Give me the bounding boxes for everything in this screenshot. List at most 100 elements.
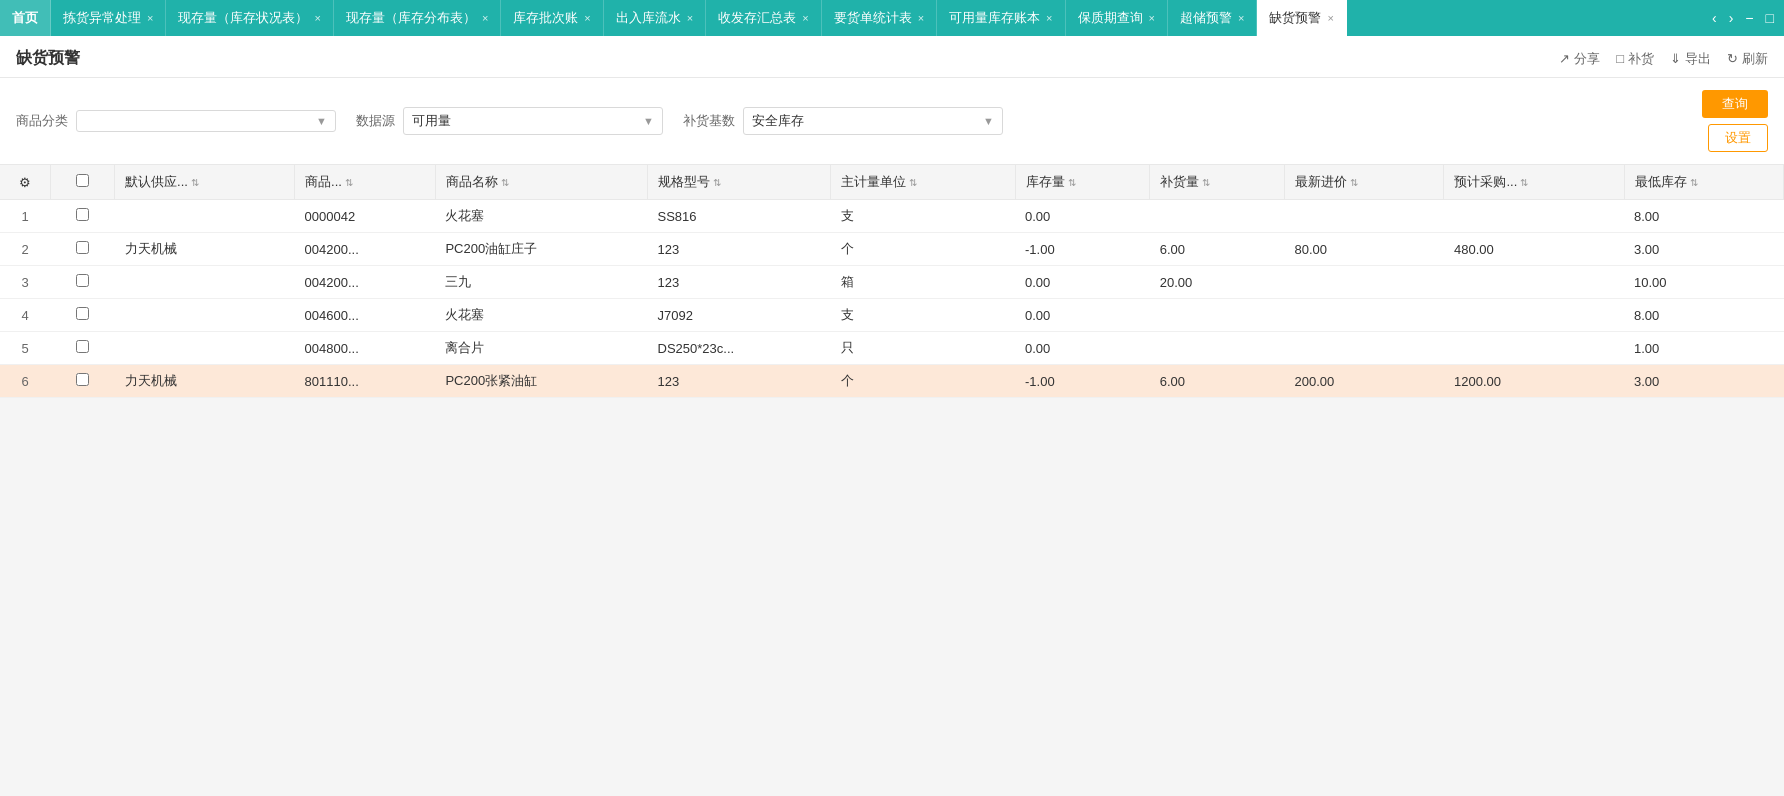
table-wrapper: ⚙ 默认供应... ⇅ 商品... ⇅ [0,164,1784,398]
column-product-code[interactable]: 商品... ⇅ [295,165,436,200]
settings-button[interactable]: 设置 [1708,124,1768,152]
cell-checkbox-3[interactable] [50,299,115,332]
cell-latest-price-0 [1285,200,1444,233]
tab-prev-button[interactable]: ‹ [1706,8,1723,28]
tab-inventory-dist[interactable]: 现存量（库存分布表） × [334,0,501,36]
spec-header: 规格型号 [658,173,710,191]
tab-minimize-button[interactable]: − [1739,8,1759,28]
category-select[interactable]: ▼ [76,110,336,132]
tab-receive-summary-close[interactable]: × [802,12,808,24]
tab-inventory-status[interactable]: 现存量（库存状况表） × [166,0,333,36]
cell-replenish-4 [1150,332,1285,365]
tab-demand-stats[interactable]: 要货单统计表 × [822,0,937,36]
cell-checkbox-2[interactable] [50,266,115,299]
tab-inout-flow-close[interactable]: × [687,12,693,24]
estimated-purchase-sort[interactable]: 预计采购... ⇅ [1454,173,1528,191]
tab-batch-account[interactable]: 库存批次账 × [501,0,603,36]
product-code-sort[interactable]: 商品... ⇅ [305,173,353,191]
cell-min-stock-3: 8.00 [1624,299,1784,332]
replenish-base-label: 补货基数 [683,112,735,130]
stock-sort-icon: ⇅ [1068,177,1076,188]
tab-expiry-query[interactable]: 保质期查询 × [1066,0,1168,36]
data-table: ⚙ 默认供应... ⇅ 商品... ⇅ [0,164,1784,398]
column-replenish[interactable]: 补货量 ⇅ [1150,165,1285,200]
table-row: 2 力天机械 004200... PC200油缸庄子 123 个 -1.00 6… [0,233,1784,266]
column-spec[interactable]: 规格型号 ⇅ [648,165,831,200]
column-min-stock[interactable]: 最低库存 ⇅ [1624,165,1784,200]
tab-home[interactable]: 首页 [0,0,51,36]
tab-bar: 首页 拣货异常处理 × 现存量（库存状况表） × 现存量（库存分布表） × 库存… [0,0,1784,36]
cell-code-1: 004200... [295,233,436,266]
column-default-supplier[interactable]: 默认供应... ⇅ [115,165,295,200]
row-checkbox-4[interactable] [76,340,89,353]
query-button[interactable]: 查询 [1702,90,1768,118]
row-checkbox-3[interactable] [76,307,89,320]
cell-checkbox-4[interactable] [50,332,115,365]
cell-replenish-5: 6.00 [1150,365,1285,398]
column-product-name[interactable]: 商品名称 ⇅ [435,165,647,200]
stock-sort[interactable]: 库存量 ⇅ [1026,173,1076,191]
tab-maximize-button[interactable]: □ [1760,8,1780,28]
latest-price-sort[interactable]: 最新进价 ⇅ [1295,173,1358,191]
category-label: 商品分类 [16,112,68,130]
tab-overstock[interactable]: 超储预警 × [1168,0,1257,36]
tab-inventory-dist-close[interactable]: × [482,12,488,24]
row-checkbox-5[interactable] [76,373,89,386]
replenish-button[interactable]: □ 补货 [1616,50,1654,68]
datasource-value: 可用量 [412,112,451,130]
tab-available-ledger[interactable]: 可用量库存账本 × [937,0,1065,36]
min-stock-sort[interactable]: 最低库存 ⇅ [1635,173,1698,191]
tab-batch-account-close[interactable]: × [584,12,590,24]
spec-sort[interactable]: 规格型号 ⇅ [658,173,721,191]
cell-checkbox-1[interactable] [50,233,115,266]
column-checkbox[interactable] [50,165,115,200]
tab-overstock-close[interactable]: × [1238,12,1244,24]
row-checkbox-0[interactable] [76,208,89,221]
cell-checkbox-5[interactable] [50,365,115,398]
datasource-select[interactable]: 可用量 ▼ [403,107,663,135]
tab-receive-summary[interactable]: 收发存汇总表 × [706,0,821,36]
product-name-sort[interactable]: 商品名称 ⇅ [446,173,509,191]
tab-available-ledger-close[interactable]: × [1046,12,1052,24]
cell-unit-4: 只 [831,332,1015,365]
default-supplier-sort[interactable]: 默认供应... ⇅ [125,173,199,191]
replenish-icon: □ [1616,51,1624,66]
cell-unit-1: 个 [831,233,1015,266]
cell-estimated-purchase-5: 1200.00 [1444,365,1624,398]
page-title: 缺货预警 [16,48,1559,69]
unit-sort[interactable]: 主计量单位 ⇅ [841,173,917,191]
share-icon: ↗ [1559,51,1570,66]
tab-shortage[interactable]: 缺货预警 × [1257,0,1346,36]
default-supplier-sort-icon: ⇅ [191,177,199,188]
tab-expiry-query-close[interactable]: × [1149,12,1155,24]
replenish-sort[interactable]: 补货量 ⇅ [1160,173,1210,191]
cell-checkbox-0[interactable] [50,200,115,233]
column-unit[interactable]: 主计量单位 ⇅ [831,165,1015,200]
tab-inventory-status-close[interactable]: × [314,12,320,24]
replenish-base-select[interactable]: 安全库存 ▼ [743,107,1003,135]
replenish-base-filter-group: 补货基数 安全库存 ▼ [683,107,1003,135]
column-latest-price[interactable]: 最新进价 ⇅ [1285,165,1444,200]
column-gear[interactable]: ⚙ [0,165,50,200]
tab-next-button[interactable]: › [1723,8,1740,28]
tab-inout-flow[interactable]: 出入库流水 × [604,0,706,36]
refresh-button[interactable]: ↻ 刷新 [1727,50,1768,68]
row-checkbox-1[interactable] [76,241,89,254]
tab-demand-stats-close[interactable]: × [918,12,924,24]
cell-estimated-purchase-4 [1444,332,1624,365]
select-all-checkbox[interactable] [76,174,89,187]
cell-latest-price-5: 200.00 [1285,365,1444,398]
cell-code-3: 004600... [295,299,436,332]
export-button[interactable]: ⇓ 导出 [1670,50,1711,68]
tab-abnormal[interactable]: 拣货异常处理 × [51,0,166,36]
column-stock[interactable]: 库存量 ⇅ [1015,165,1150,200]
cell-replenish-0 [1150,200,1285,233]
share-button[interactable]: ↗ 分享 [1559,50,1600,68]
column-estimated-purchase[interactable]: 预计采购... ⇅ [1444,165,1624,200]
datasource-filter-group: 数据源 可用量 ▼ [356,107,663,135]
row-checkbox-2[interactable] [76,274,89,287]
cell-stock-1: -1.00 [1015,233,1150,266]
tab-shortage-close[interactable]: × [1327,12,1333,24]
tab-abnormal-close[interactable]: × [147,12,153,24]
table-row: 6 力天机械 801110... PC200张紧油缸 123 个 -1.00 6… [0,365,1784,398]
